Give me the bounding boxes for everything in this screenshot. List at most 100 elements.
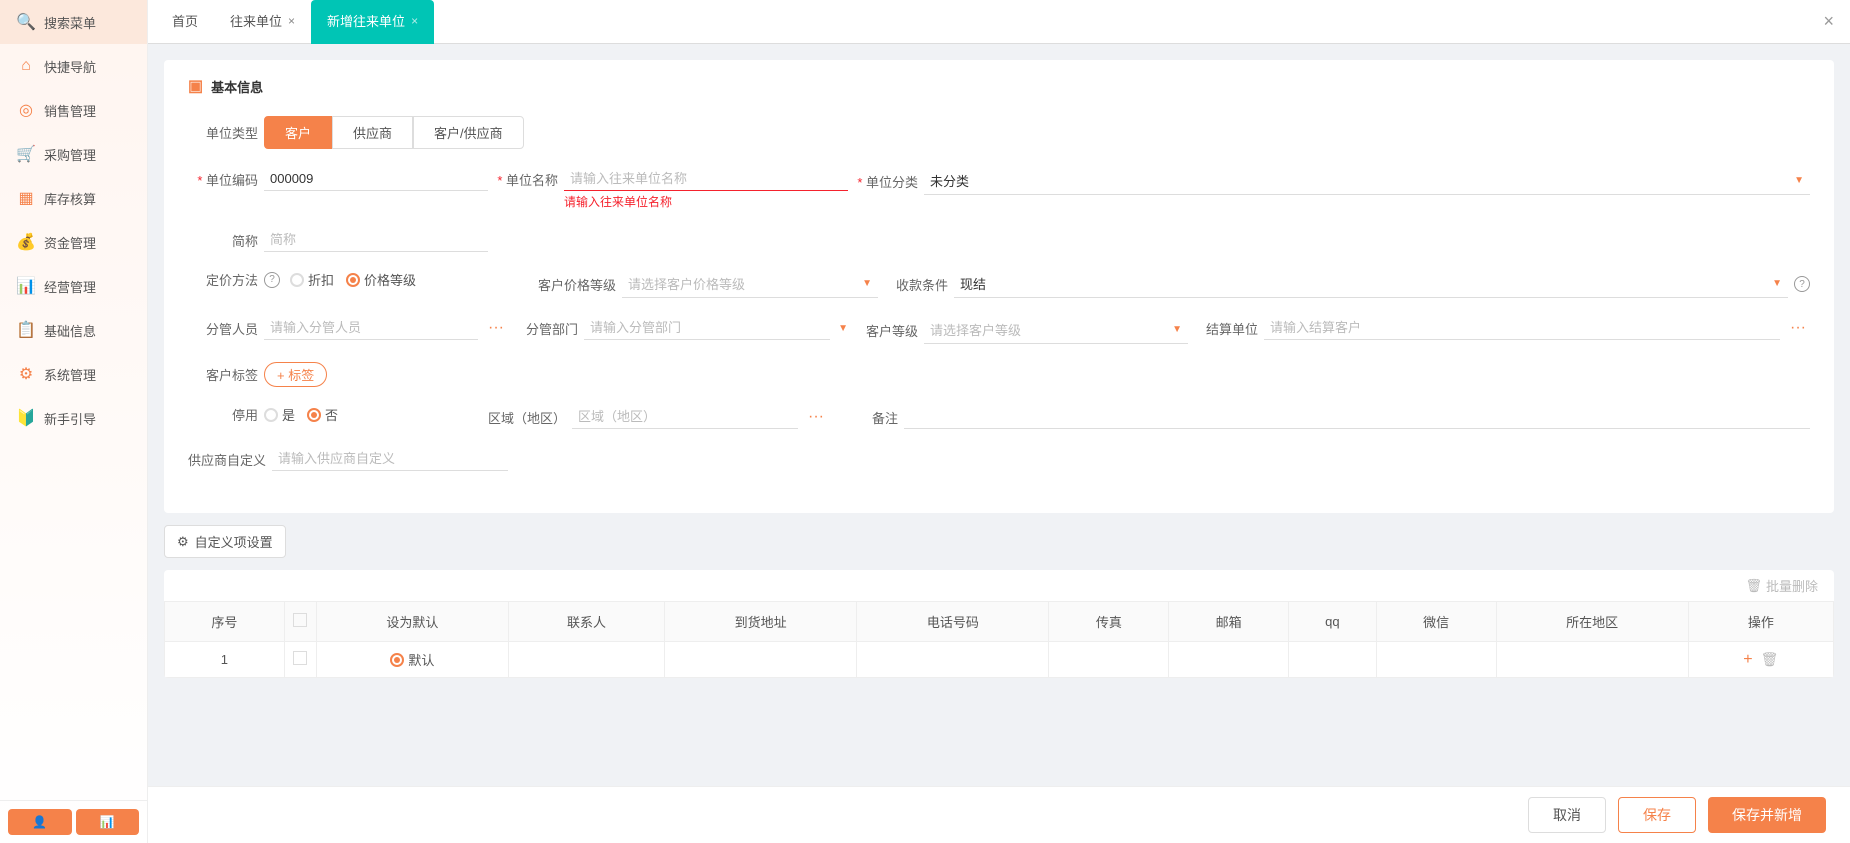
collection-condition-value: 现结 xyxy=(960,274,986,293)
tabs-window-close[interactable]: × xyxy=(1815,11,1842,32)
customer-level-label: 客户等级 xyxy=(848,321,918,340)
unit-type-customer-btn[interactable]: 客户 xyxy=(264,116,332,149)
region-more-btn[interactable]: ··· xyxy=(804,408,828,426)
row-no: 1 xyxy=(165,642,285,678)
col-fax: 传真 xyxy=(1049,602,1169,642)
select-all-checkbox[interactable] xyxy=(293,613,307,627)
disabled-yes-circle xyxy=(264,408,278,422)
customer-price-select[interactable]: 请选择客户价格等级 ▼ xyxy=(622,270,878,298)
pricing-method-label: 定价方法 xyxy=(188,270,258,289)
remark-input[interactable] xyxy=(904,405,1810,429)
row-delete-btn[interactable]: 🗑 xyxy=(1761,651,1779,668)
short-name-input[interactable] xyxy=(264,228,488,252)
region-input[interactable] xyxy=(572,405,798,429)
unit-type-supplier-btn[interactable]: 供应商 xyxy=(332,116,413,149)
unit-name-error: 请输入往来单位名称 xyxy=(564,193,848,210)
save-new-button[interactable]: 保存并新增 xyxy=(1708,797,1826,833)
custom-settings-gear-icon: ⚙ xyxy=(177,534,189,550)
sidebar-item-operations[interactable]: 📊 经营管理 xyxy=(0,264,147,308)
custom-settings-button[interactable]: ⚙ 自定义项设置 xyxy=(164,525,286,558)
tab-new-counterparty[interactable]: 新增往来单位 × xyxy=(311,0,434,44)
sidebar-item-guide[interactable]: 🔰 新手引导 xyxy=(0,396,147,440)
customer-price-chevron-icon: ▼ xyxy=(862,278,872,289)
purchase-icon: 🛒 xyxy=(16,144,36,164)
row-default: 默认 xyxy=(316,642,508,678)
sidebar-item-quick-nav[interactable]: ⌂ 快捷导航 xyxy=(0,44,147,88)
cancel-button[interactable]: 取消 xyxy=(1528,797,1606,833)
sidebar-search[interactable]: 🔍 搜索菜单 xyxy=(0,0,147,44)
code-name-row: 单位编码 单位名称 请输入往来单位名称 单位分类 未分类 ▼ xyxy=(188,167,1810,210)
short-name-label: 简称 xyxy=(188,231,258,250)
unit-type-both-btn[interactable]: 客户/供应商 xyxy=(413,116,524,149)
col-check xyxy=(284,602,316,642)
disabled-no-circle xyxy=(307,408,321,422)
sidebar-item-system[interactable]: ⚙ 系统管理 xyxy=(0,352,147,396)
unit-type-label: 单位类型 xyxy=(188,123,258,142)
finance-icon: 💰 xyxy=(16,232,36,252)
sidebar-item-purchase[interactable]: 🛒 采购管理 xyxy=(0,132,147,176)
collection-condition-select[interactable]: 现结 ▼ xyxy=(954,270,1788,298)
save-button[interactable]: 保存 xyxy=(1618,797,1696,833)
customer-level-select[interactable]: 请选择客户等级 ▼ xyxy=(924,316,1188,344)
row-default-radio-circle xyxy=(390,653,404,667)
supplier-custom-input[interactable] xyxy=(272,447,508,471)
manager-row: 分管人员 ··· 分管部门 ▼ 客户等级 请选择客户等级 ▼ xyxy=(188,316,1810,344)
sidebar-item-sales[interactable]: ◎ 销售管理 xyxy=(0,88,147,132)
tag-add-button[interactable]: + 标签 xyxy=(264,362,327,387)
sidebar-item-finance[interactable]: 💰 资金管理 xyxy=(0,220,147,264)
row-add-btn[interactable]: + xyxy=(1743,651,1752,669)
customer-level-field: 客户等级 请选择客户等级 ▼ xyxy=(848,316,1188,344)
col-default: 设为默认 xyxy=(316,602,508,642)
unit-code-input[interactable] xyxy=(264,167,488,191)
short-name-row: 简称 xyxy=(188,228,1810,252)
region-label: 区域（地区） xyxy=(488,408,566,427)
row-checkbox[interactable] xyxy=(293,651,307,665)
row-default-radio[interactable]: 默认 xyxy=(325,650,500,669)
tab-counterparty[interactable]: 往来单位 × xyxy=(214,0,311,44)
col-region: 所在地区 xyxy=(1496,602,1688,642)
basic-info-card: ▣ 基本信息 单位类型 客户 供应商 客户/供应商 单位编码 xyxy=(164,60,1834,513)
disabled-no-radio[interactable]: 否 xyxy=(307,405,338,424)
unit-name-label: 单位名称 xyxy=(488,170,558,189)
sidebar-label-guide: 新手引导 xyxy=(44,409,96,428)
unit-category-label: 单位分类 xyxy=(848,172,918,191)
manager-input[interactable] xyxy=(264,316,478,340)
tab-home[interactable]: 首页 xyxy=(156,0,214,44)
sidebar-label-system: 系统管理 xyxy=(44,365,96,384)
col-address: 到货地址 xyxy=(665,602,857,642)
custom-settings-label: 自定义项设置 xyxy=(195,532,273,551)
pricing-discount-label: 折扣 xyxy=(308,270,334,289)
row-wechat xyxy=(1376,642,1496,678)
batch-delete-button[interactable]: 🗑 批量删除 xyxy=(1745,576,1818,595)
sidebar-item-basic-info[interactable]: 📋 基础信息 xyxy=(0,308,147,352)
department-input[interactable] xyxy=(584,316,830,340)
tab-new-counterparty-close[interactable]: × xyxy=(411,14,418,28)
settlement-unit-input[interactable] xyxy=(1264,316,1780,340)
pricing-level-radio[interactable]: 价格等级 xyxy=(346,270,416,289)
manager-more-btn[interactable]: ··· xyxy=(484,319,508,337)
bottom-bar: 取消 保存 保存并新增 xyxy=(148,786,1850,843)
pricing-help-icon[interactable]: ? xyxy=(264,272,280,288)
basic-info-icon: 📋 xyxy=(16,320,36,340)
settlement-unit-more-btn[interactable]: ··· xyxy=(1786,319,1810,337)
col-wechat: 微信 xyxy=(1376,602,1496,642)
pricing-discount-radio[interactable]: 折扣 xyxy=(290,270,334,289)
tab-counterparty-close[interactable]: × xyxy=(288,14,295,28)
disabled-yes-radio[interactable]: 是 xyxy=(264,405,295,424)
customer-price-field: 客户价格等级 请选择客户价格等级 ▼ xyxy=(538,270,878,298)
sidebar-stats-btn[interactable]: 📊 xyxy=(76,809,140,835)
sidebar-item-inventory[interactable]: ▦ 库存核算 xyxy=(0,176,147,220)
row-region xyxy=(1496,642,1688,678)
sales-icon: ◎ xyxy=(16,100,36,120)
pricing-row: 定价方法 ? 折扣 价格等级 客户价格等级 xyxy=(188,270,1810,298)
unit-category-value: 未分类 xyxy=(930,171,969,190)
sidebar-user-btn[interactable]: 👤 xyxy=(8,809,72,835)
remark-label: 备注 xyxy=(828,408,898,427)
unit-category-select[interactable]: 未分类 ▼ xyxy=(924,167,1810,195)
disabled-label: 停用 xyxy=(188,405,258,424)
row-address xyxy=(665,642,857,678)
disabled-no-label: 否 xyxy=(325,405,338,424)
collection-help-icon[interactable]: ? xyxy=(1794,276,1810,292)
unit-name-input[interactable] xyxy=(564,167,848,191)
row-qq xyxy=(1289,642,1377,678)
